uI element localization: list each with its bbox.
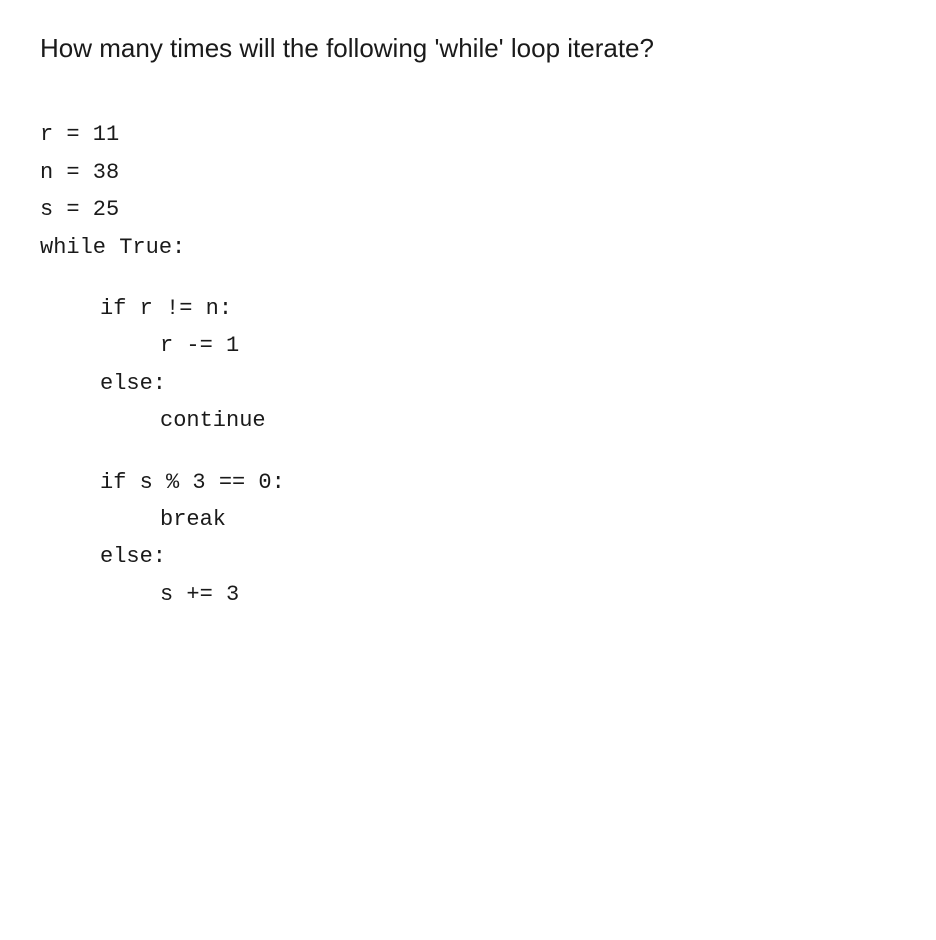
code-line-11: else: (40, 538, 896, 575)
code-line-2: n = 38 (40, 154, 896, 191)
code-line-6: r -= 1 (40, 327, 896, 364)
code-line-10: break (40, 501, 896, 538)
code-line-9: if s % 3 == 0: (40, 464, 896, 501)
code-line-4: while True: (40, 229, 896, 266)
code-line-1: r = 11 (40, 116, 896, 153)
code-block: r = 11 n = 38 s = 25 while True: if r !=… (40, 116, 896, 613)
code-line-8: continue (40, 402, 896, 439)
code-line-3: s = 25 (40, 191, 896, 228)
code-line-12: s += 3 (40, 576, 896, 613)
code-line-5: if r != n: (40, 290, 896, 327)
code-line-7: else: (40, 365, 896, 402)
question-title: How many times will the following 'while… (40, 30, 896, 66)
